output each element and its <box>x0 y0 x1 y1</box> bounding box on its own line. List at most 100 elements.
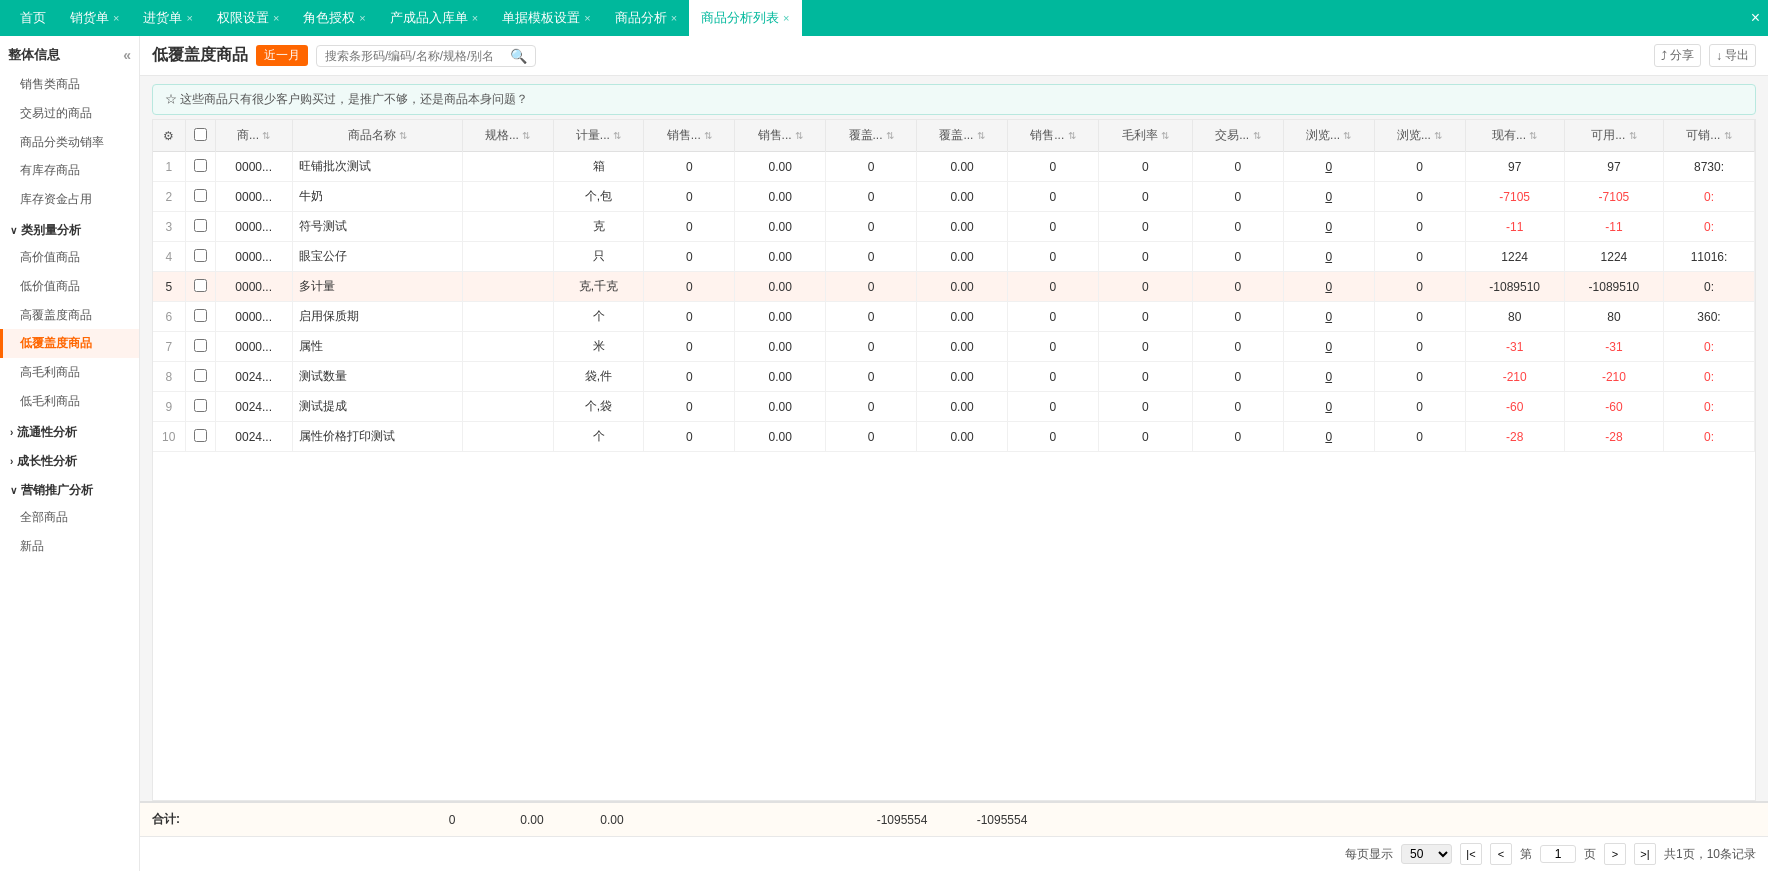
browse1-link[interactable]: 0 <box>1325 310 1332 324</box>
close-template-icon[interactable]: × <box>584 12 590 24</box>
nav-tab-purchase[interactable]: 进货单 × <box>131 0 204 36</box>
close-analytics-list-icon[interactable]: × <box>783 12 789 24</box>
row-browse1[interactable]: 0 <box>1283 302 1374 332</box>
sort-name-icon[interactable]: ⇅ <box>399 130 407 141</box>
row-browse1[interactable]: 0 <box>1283 422 1374 452</box>
browse1-link[interactable]: 0 <box>1325 370 1332 384</box>
sidebar-item-high-profit[interactable]: 高毛利商品 <box>0 358 139 387</box>
row-checkbox[interactable] <box>185 332 215 362</box>
search-icon[interactable]: 🔍 <box>510 48 527 64</box>
row-name[interactable]: 符号测试 <box>292 212 462 242</box>
sidebar-item-with-stock[interactable]: 有库存商品 <box>0 156 139 185</box>
sort-unit-icon[interactable]: ⇅ <box>613 130 621 141</box>
row-browse1[interactable]: 0 <box>1283 182 1374 212</box>
sidebar-item-high-coverage[interactable]: 高覆盖度商品 <box>0 301 139 330</box>
row-select-checkbox[interactable] <box>194 219 207 232</box>
settings-icon[interactable]: ⚙ <box>163 129 174 143</box>
row-select-checkbox[interactable] <box>194 249 207 262</box>
nav-tab-analytics-list[interactable]: 商品分析列表 × <box>689 0 801 36</box>
row-name[interactable]: 测试提成 <box>292 392 462 422</box>
sort-cov1-icon[interactable]: ⇅ <box>886 130 894 141</box>
row-checkbox[interactable] <box>185 362 215 392</box>
nav-tab-analytics[interactable]: 商品分析 × <box>603 0 689 36</box>
row-select-checkbox[interactable] <box>194 189 207 202</box>
row-name[interactable]: 多计量 <box>292 272 462 302</box>
export-button[interactable]: ↓ 导出 <box>1709 44 1756 67</box>
sort-sales-extra-icon[interactable]: ⇅ <box>1068 130 1076 141</box>
row-name[interactable]: 启用保质期 <box>292 302 462 332</box>
share-button[interactable]: ⤴ 分享 <box>1654 44 1701 67</box>
row-browse1[interactable]: 0 <box>1283 272 1374 302</box>
close-product-entry-icon[interactable]: × <box>472 12 478 24</box>
sort-code-icon[interactable]: ⇅ <box>262 130 270 141</box>
sidebar-item-low-value[interactable]: 低价值商品 <box>0 272 139 301</box>
close-sales-icon[interactable]: × <box>113 12 119 24</box>
row-name[interactable]: 属性价格打印测试 <box>292 422 462 452</box>
sidebar-section-marketing-analysis[interactable]: ∨ 营销推广分析 <box>0 474 139 503</box>
row-checkbox[interactable] <box>185 422 215 452</box>
sidebar-item-all-goods[interactable]: 全部商品 <box>0 503 139 532</box>
browse1-link[interactable]: 0 <box>1325 190 1332 204</box>
sidebar-item-goods-move-rate[interactable]: 商品分类动销率 <box>0 128 139 157</box>
close-permission-icon[interactable]: × <box>273 12 279 24</box>
prev-page-button[interactable]: < <box>1490 843 1512 865</box>
sort-saleable-icon[interactable]: ⇅ <box>1724 130 1732 141</box>
sort-cov2-icon[interactable]: ⇅ <box>977 130 985 141</box>
sidebar-item-low-coverage[interactable]: 低覆盖度商品 <box>0 329 139 358</box>
sort-sales-amt-icon[interactable]: ⇅ <box>795 130 803 141</box>
sidebar-section-flow-analysis[interactable]: › 流通性分析 <box>0 416 139 445</box>
sidebar-item-new-goods[interactable]: 新品 <box>0 532 139 561</box>
row-checkbox[interactable] <box>185 212 215 242</box>
nav-tab-home[interactable]: 首页 <box>8 0 58 36</box>
close-purchase-icon[interactable]: × <box>186 12 192 24</box>
row-browse1[interactable]: 0 <box>1283 242 1374 272</box>
row-checkbox[interactable] <box>185 182 215 212</box>
page-number-input[interactable] <box>1540 845 1576 863</box>
row-name[interactable]: 眼宝公仔 <box>292 242 462 272</box>
row-checkbox[interactable] <box>185 272 215 302</box>
sidebar-item-sales-goods[interactable]: 销售类商品 <box>0 70 139 99</box>
close-analytics-icon[interactable]: × <box>671 12 677 24</box>
sort-gross-icon[interactable]: ⇅ <box>1161 130 1169 141</box>
sort-available-icon[interactable]: ⇅ <box>1629 130 1637 141</box>
close-role-icon[interactable]: × <box>359 12 365 24</box>
nav-tab-permission[interactable]: 权限设置 × <box>205 0 291 36</box>
nav-tab-sales[interactable]: 销货单 × <box>58 0 131 36</box>
row-checkbox[interactable] <box>185 302 215 332</box>
browse1-link[interactable]: 0 <box>1325 340 1332 354</box>
nav-tab-role[interactable]: 角色授权 × <box>291 0 377 36</box>
last-page-button[interactable]: >| <box>1634 843 1656 865</box>
sort-trans-icon[interactable]: ⇅ <box>1253 130 1261 141</box>
checkbox-column-header[interactable] <box>185 120 215 152</box>
row-checkbox[interactable] <box>185 392 215 422</box>
sort-current-icon[interactable]: ⇅ <box>1529 130 1537 141</box>
row-select-checkbox[interactable] <box>194 309 207 322</box>
row-name[interactable]: 牛奶 <box>292 182 462 212</box>
row-select-checkbox[interactable] <box>194 159 207 172</box>
sidebar-section-growth-analysis[interactable]: › 成长性分析 <box>0 445 139 474</box>
browse1-link[interactable]: 0 <box>1325 160 1332 174</box>
row-select-checkbox[interactable] <box>194 429 207 442</box>
row-checkbox[interactable] <box>185 152 215 182</box>
row-name[interactable]: 测试数量 <box>292 362 462 392</box>
row-checkbox[interactable] <box>185 242 215 272</box>
row-browse1[interactable]: 0 <box>1283 392 1374 422</box>
sidebar-section-quality-analysis[interactable]: ∨ 类别量分析 <box>0 214 139 243</box>
row-browse1[interactable]: 0 <box>1283 332 1374 362</box>
row-name[interactable]: 旺铺批次测试 <box>292 152 462 182</box>
row-name[interactable]: 属性 <box>292 332 462 362</box>
sort-browse2-icon[interactable]: ⇅ <box>1434 130 1442 141</box>
sidebar-collapse-icon[interactable]: « <box>123 47 131 63</box>
row-select-checkbox[interactable] <box>194 339 207 352</box>
row-browse1[interactable]: 0 <box>1283 212 1374 242</box>
browse1-link[interactable]: 0 <box>1325 220 1332 234</box>
row-select-checkbox[interactable] <box>194 369 207 382</box>
browse1-link[interactable]: 0 <box>1325 280 1332 294</box>
sidebar-item-traded-goods[interactable]: 交易过的商品 <box>0 99 139 128</box>
row-browse1[interactable]: 0 <box>1283 362 1374 392</box>
sidebar-item-low-profit[interactable]: 低毛利商品 <box>0 387 139 416</box>
browse1-link[interactable]: 0 <box>1325 250 1332 264</box>
browse1-link[interactable]: 0 <box>1325 430 1332 444</box>
select-all-checkbox[interactable] <box>194 128 207 141</box>
sort-spec-icon[interactable]: ⇅ <box>522 130 530 141</box>
